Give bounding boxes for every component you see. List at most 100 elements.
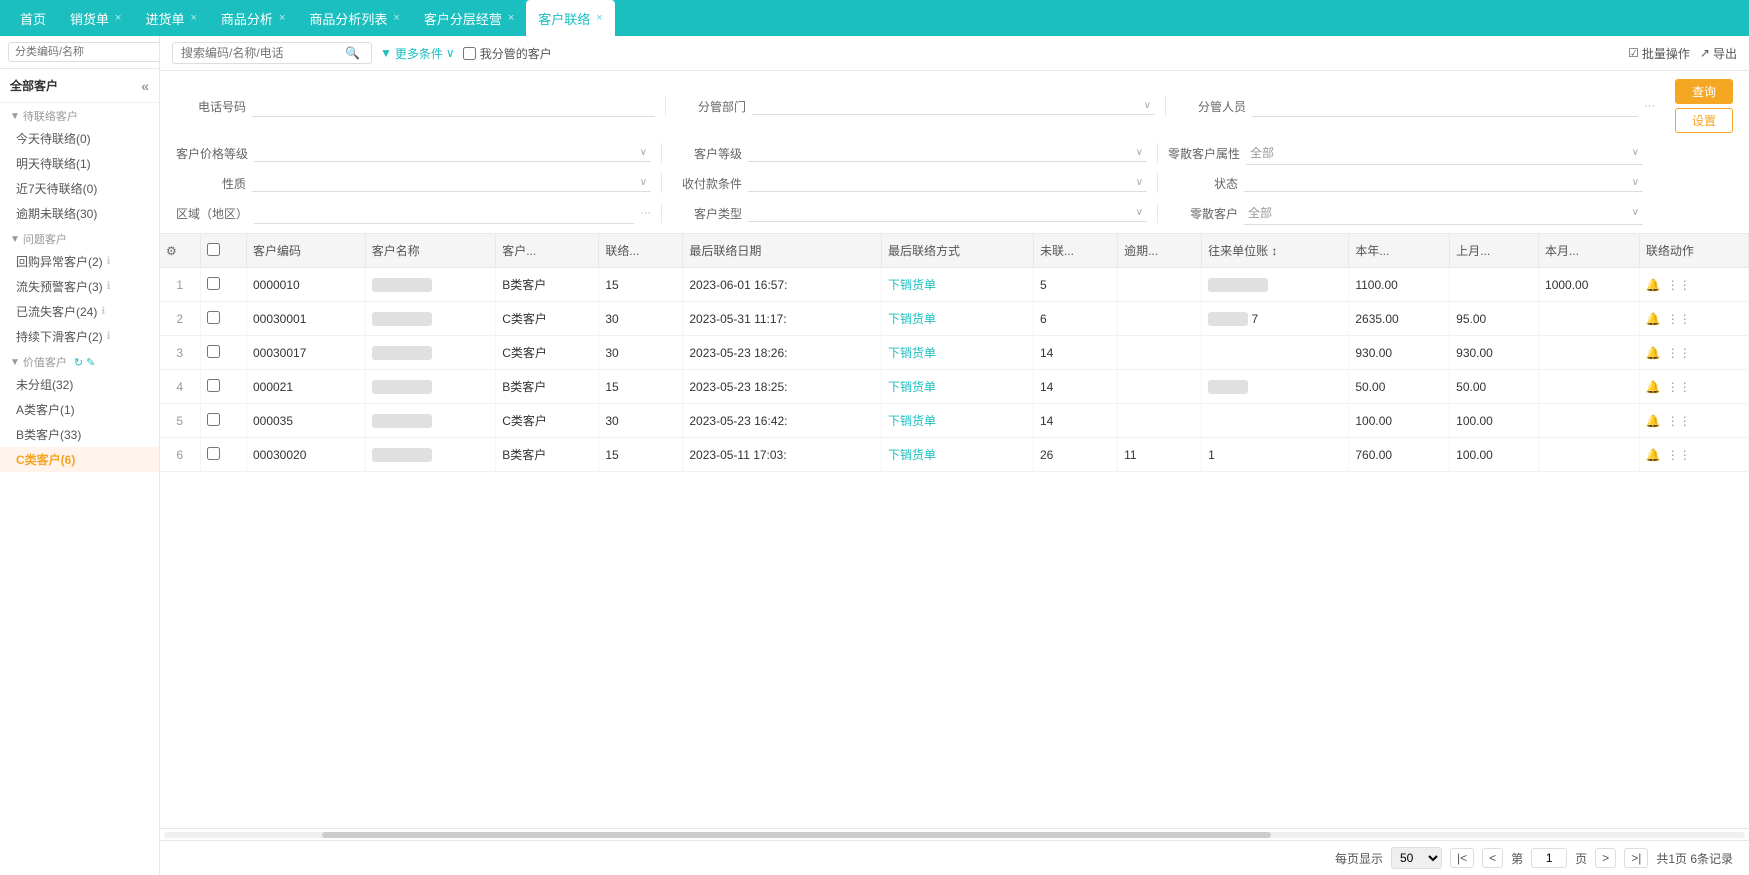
row-last-method[interactable]: 下销货单 <box>882 370 1034 404</box>
checkbox-icon: ☑ <box>1628 46 1639 60</box>
close-product-list-icon[interactable]: × <box>393 12 399 24</box>
scrollbar-thumb[interactable] <box>322 832 1271 838</box>
sidebar-item-today[interactable]: 今天待联络(0) <box>0 126 159 151</box>
close-purchase-order-icon[interactable]: × <box>190 12 196 24</box>
nav-customer-segmentation[interactable]: 客户分层经营 × <box>412 0 526 36</box>
nav-product-analysis-list[interactable]: 商品分析列表 × <box>297 0 411 36</box>
row-last-method[interactable]: 下销货单 <box>882 438 1034 472</box>
sidebar-item-overdue-contact[interactable]: 逾期未联络(30) <box>0 201 159 226</box>
my-customers-filter[interactable]: 我分管的客户 <box>463 45 552 62</box>
next-page-button[interactable]: > <box>1595 848 1616 868</box>
row-select-checkbox[interactable] <box>207 379 220 392</box>
per-page-select[interactable]: 50 20 100 <box>1391 847 1442 869</box>
page-label: 第 <box>1511 850 1523 867</box>
row-checkbox[interactable] <box>200 438 246 472</box>
sidebar-item-7days[interactable]: 近7天待联络(0) <box>0 176 159 201</box>
row-last-method[interactable]: 下销货单 <box>882 302 1034 336</box>
sidebar-item-churned[interactable]: 已流失客户(24) ℹ <box>0 299 159 324</box>
row-checkbox[interactable] <box>200 370 246 404</box>
sidebar-search-input[interactable] <box>8 42 160 62</box>
sidebar-item-class-c[interactable]: C类客户(6) <box>0 447 159 472</box>
grid-icon[interactable]: ⋮⋮ <box>1667 346 1691 360</box>
my-customers-checkbox[interactable] <box>463 47 476 60</box>
nav-sales-order[interactable]: 销货单 × <box>58 0 133 36</box>
row-checkbox[interactable] <box>200 268 246 302</box>
customer-level-select[interactable]: ∨ <box>748 144 1147 162</box>
sidebar-item-class-a[interactable]: A类客户(1) <box>0 397 159 422</box>
customer-type-select[interactable]: ∨ <box>748 204 1147 222</box>
nav-home[interactable]: 首页 <box>8 0 58 36</box>
grid-icon[interactable]: ⋮⋮ <box>1667 414 1691 428</box>
manager-more-icon[interactable]: ··· <box>1644 100 1655 112</box>
bell-icon[interactable]: 🔔 <box>1646 380 1661 394</box>
nav-customer-contact[interactable]: 客户联络 × <box>526 0 614 36</box>
refresh-icon[interactable]: ↻ <box>74 356 83 369</box>
col-checkbox-header[interactable] <box>200 234 246 268</box>
sidebar-all-customers[interactable]: 全部客户 « <box>0 69 159 103</box>
grid-icon[interactable]: ⋮⋮ <box>1667 448 1691 462</box>
sidebar-item-class-b[interactable]: B类客户(33) <box>0 422 159 447</box>
row-last-method[interactable]: 下销货单 <box>882 404 1034 438</box>
bell-icon[interactable]: 🔔 <box>1646 278 1661 292</box>
col-settings[interactable]: ⚙ <box>160 234 200 268</box>
region-input[interactable] <box>254 203 634 224</box>
dept-select[interactable]: ∨ <box>752 97 1155 115</box>
bell-icon[interactable]: 🔔 <box>1646 312 1661 326</box>
edit-segment-icon[interactable]: ✎ <box>86 356 95 369</box>
manager-input[interactable] <box>1252 96 1638 117</box>
row-this-year: 760.00 <box>1349 438 1450 472</box>
close-product-analysis-icon[interactable]: × <box>279 12 285 24</box>
nav-purchase-order[interactable]: 进货单 × <box>133 0 208 36</box>
phone-input[interactable] <box>252 96 655 117</box>
prev-page-button[interactable]: < <box>1482 848 1503 868</box>
sidebar-collapse-icon[interactable]: « <box>141 78 149 94</box>
price-level-select[interactable]: ∨ <box>254 144 651 162</box>
export-button[interactable]: ↗ 导出 <box>1700 45 1737 62</box>
search-button-icon[interactable]: 🔍 <box>345 46 360 60</box>
sidebar-section-value: ▼ 价值客户 ↻ ✎ <box>0 349 159 372</box>
retail-customer-select[interactable]: 全部 ∨ <box>1244 201 1643 225</box>
row-checkbox[interactable] <box>200 404 246 438</box>
nature-select[interactable]: ∨ <box>252 174 651 192</box>
row-checkbox[interactable] <box>200 302 246 336</box>
status-select[interactable]: ∨ <box>1244 174 1643 192</box>
search-input[interactable] <box>181 46 341 60</box>
grid-icon[interactable]: ⋮⋮ <box>1667 312 1691 326</box>
region-more-icon[interactable]: ··· <box>640 207 651 219</box>
row-select-checkbox[interactable] <box>207 311 220 324</box>
row-last-method[interactable]: 下销货单 <box>882 336 1034 370</box>
nav-product-analysis[interactable]: 商品分析 × <box>209 0 297 36</box>
current-page-input[interactable] <box>1531 848 1567 868</box>
bell-icon[interactable]: 🔔 <box>1646 346 1661 360</box>
select-all-checkbox[interactable] <box>207 243 220 256</box>
sidebar-item-abnormal-repurchase[interactable]: 回购异常客户(2) ℹ <box>0 249 159 274</box>
row-select-checkbox[interactable] <box>207 413 220 426</box>
row-select-checkbox[interactable] <box>207 277 220 290</box>
sidebar-item-declining[interactable]: 持续下滑客户(2) ℹ <box>0 324 159 349</box>
batch-operation-button[interactable]: ☑ 批量操作 <box>1628 45 1690 62</box>
row-select-checkbox[interactable] <box>207 447 220 460</box>
row-checkbox[interactable] <box>200 336 246 370</box>
row-last-method[interactable]: 下销货单 <box>882 268 1034 302</box>
grid-icon[interactable]: ⋮⋮ <box>1667 278 1691 292</box>
query-button[interactable]: 查询 <box>1675 79 1733 104</box>
sidebar-item-churn-warning[interactable]: 流失预警客户(3) ℹ <box>0 274 159 299</box>
settings-button[interactable]: 设置 <box>1675 108 1733 133</box>
sidebar-item-unclassified[interactable]: 未分组(32) <box>0 372 159 397</box>
advanced-filters: 电话号码 分管部门 ∨ 分管人员 ··· <box>160 71 1749 234</box>
last-page-button[interactable]: >| <box>1624 848 1648 868</box>
row-select-checkbox[interactable] <box>207 345 220 358</box>
close-customer-contact-icon[interactable]: × <box>596 12 602 24</box>
bell-icon[interactable]: 🔔 <box>1646 414 1661 428</box>
more-conditions-button[interactable]: ▼ 更多条件 ∨ <box>380 45 455 62</box>
grid-icon[interactable]: ⋮⋮ <box>1667 380 1691 394</box>
col-settings-icon[interactable]: ⚙ <box>166 244 177 258</box>
horizontal-scrollbar[interactable] <box>160 828 1749 840</box>
payment-select[interactable]: ∨ <box>748 174 1147 192</box>
first-page-button[interactable]: |< <box>1450 848 1474 868</box>
close-customer-seg-icon[interactable]: × <box>508 12 514 24</box>
retail-attr-select[interactable]: 全部 ∨ <box>1246 141 1643 165</box>
close-sales-order-icon[interactable]: × <box>115 12 121 24</box>
sidebar-item-tomorrow[interactable]: 明天待联络(1) <box>0 151 159 176</box>
bell-icon[interactable]: 🔔 <box>1646 448 1661 462</box>
